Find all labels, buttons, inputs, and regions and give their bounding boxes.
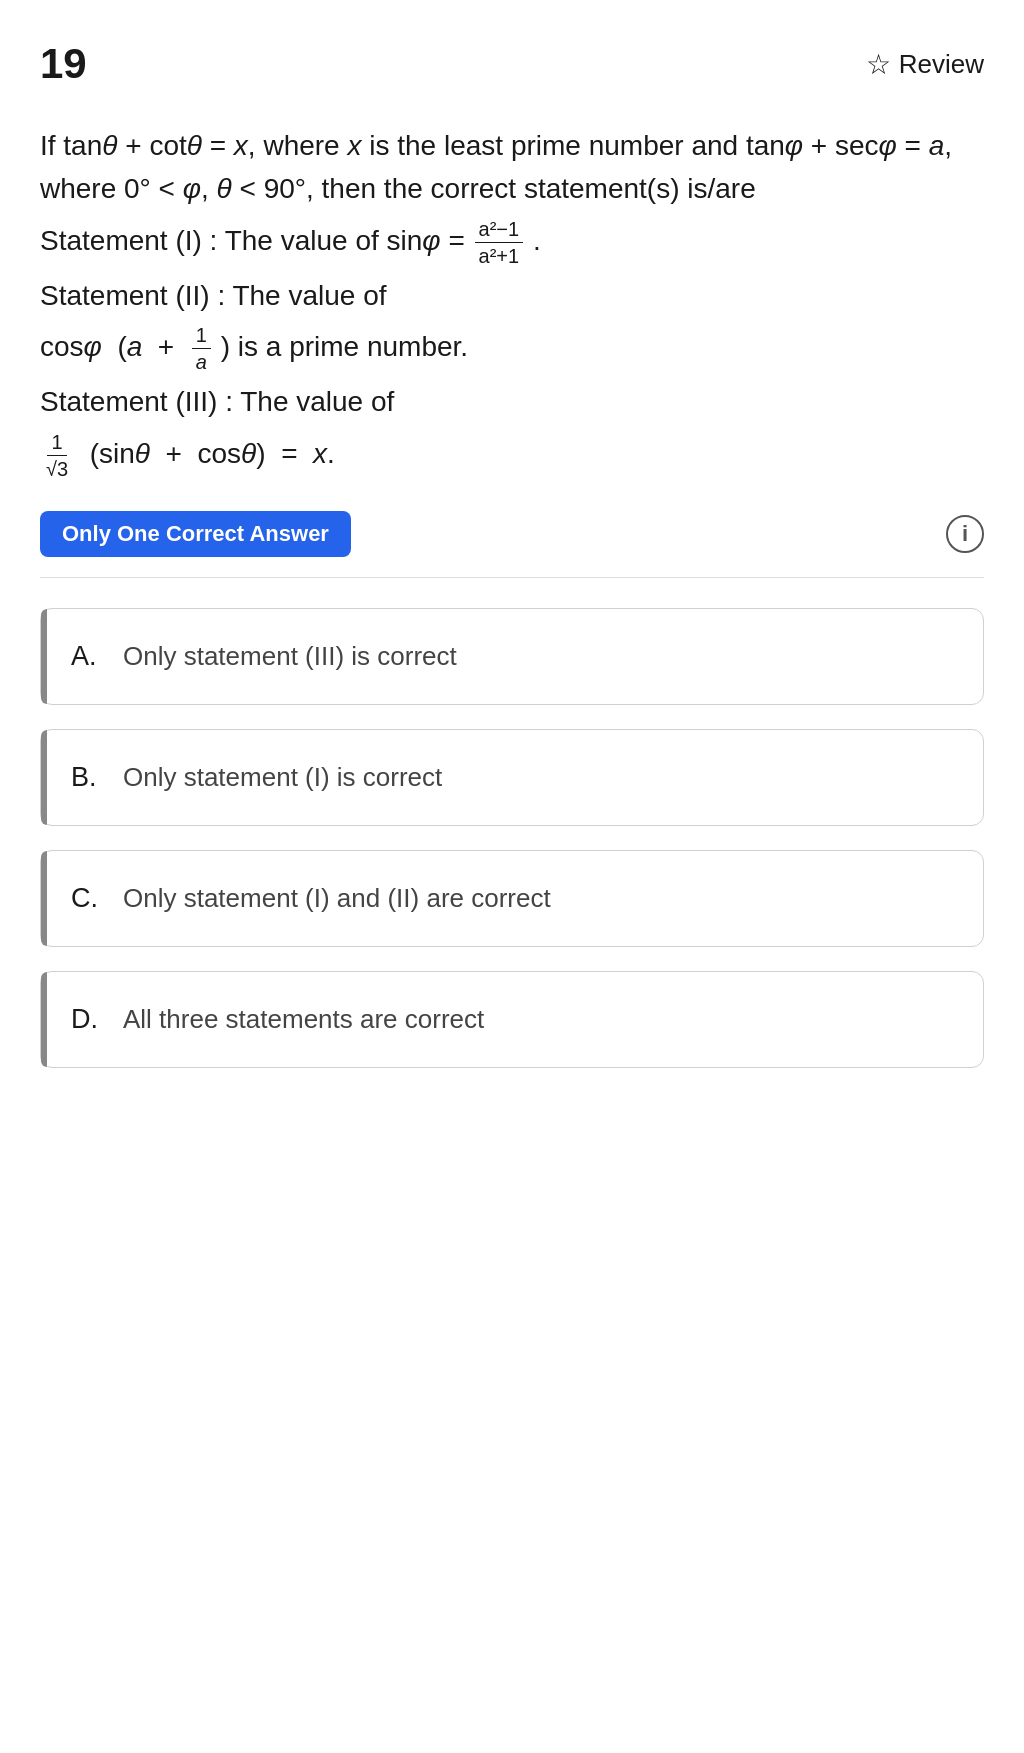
option-a[interactable]: A. Only statement (III) is correct [40, 608, 984, 705]
fraction-statement2: 1 a [192, 323, 211, 374]
fraction-statement1: a²−1 a²+1 [475, 217, 524, 268]
option-d-text: All three statements are correct [123, 1004, 484, 1035]
question-number: 19 [40, 40, 87, 88]
options-list: A. Only statement (III) is correct B. On… [40, 608, 984, 1068]
statement-1: Statement (I) : The value of sinφ = a²−1… [40, 217, 984, 268]
fraction-statement3: 1 √3 [42, 430, 72, 481]
option-d[interactable]: D. All three statements are correct [40, 971, 984, 1068]
section-divider [40, 577, 984, 578]
review-button[interactable]: ☆ Review [866, 48, 984, 81]
frac2-den: a [192, 349, 211, 374]
option-c-text: Only statement (I) and (II) are correct [123, 883, 551, 914]
question-body: If tanθ + cotθ = x, where x is the least… [40, 124, 984, 481]
star-icon: ☆ [866, 48, 891, 81]
option-c-label: C. [71, 883, 123, 914]
statement-3-line1: Statement (III) : The value of [40, 380, 984, 423]
frac3-num: 1 [47, 430, 66, 456]
fraction-numerator: a²−1 [475, 217, 524, 243]
frac3-den: √3 [42, 456, 72, 481]
fraction-denominator: a²+1 [475, 243, 524, 268]
option-b[interactable]: B. Only statement (I) is correct [40, 729, 984, 826]
option-c[interactable]: C. Only statement (I) and (II) are corre… [40, 850, 984, 947]
statement-3-line2: 1 √3 (sinθ + cosθ) = x. [40, 430, 984, 481]
option-a-text: Only statement (III) is correct [123, 641, 457, 672]
statement-2-line1: Statement (II) : The value of [40, 274, 984, 317]
option-b-text: Only statement (I) is correct [123, 762, 442, 793]
option-b-label: B. [71, 762, 123, 793]
answer-type-badge: Only One Correct Answer [40, 511, 351, 557]
question-intro: If tanθ + cotθ = x, where x is the least… [40, 130, 952, 204]
statement-2-line2: cosφ (a + 1 a ) is a prime number. [40, 323, 984, 374]
option-a-label: A. [71, 641, 123, 672]
review-label: Review [899, 49, 984, 80]
option-d-label: D. [71, 1004, 123, 1035]
frac2-num: 1 [192, 323, 211, 349]
info-icon[interactable]: i [946, 515, 984, 553]
